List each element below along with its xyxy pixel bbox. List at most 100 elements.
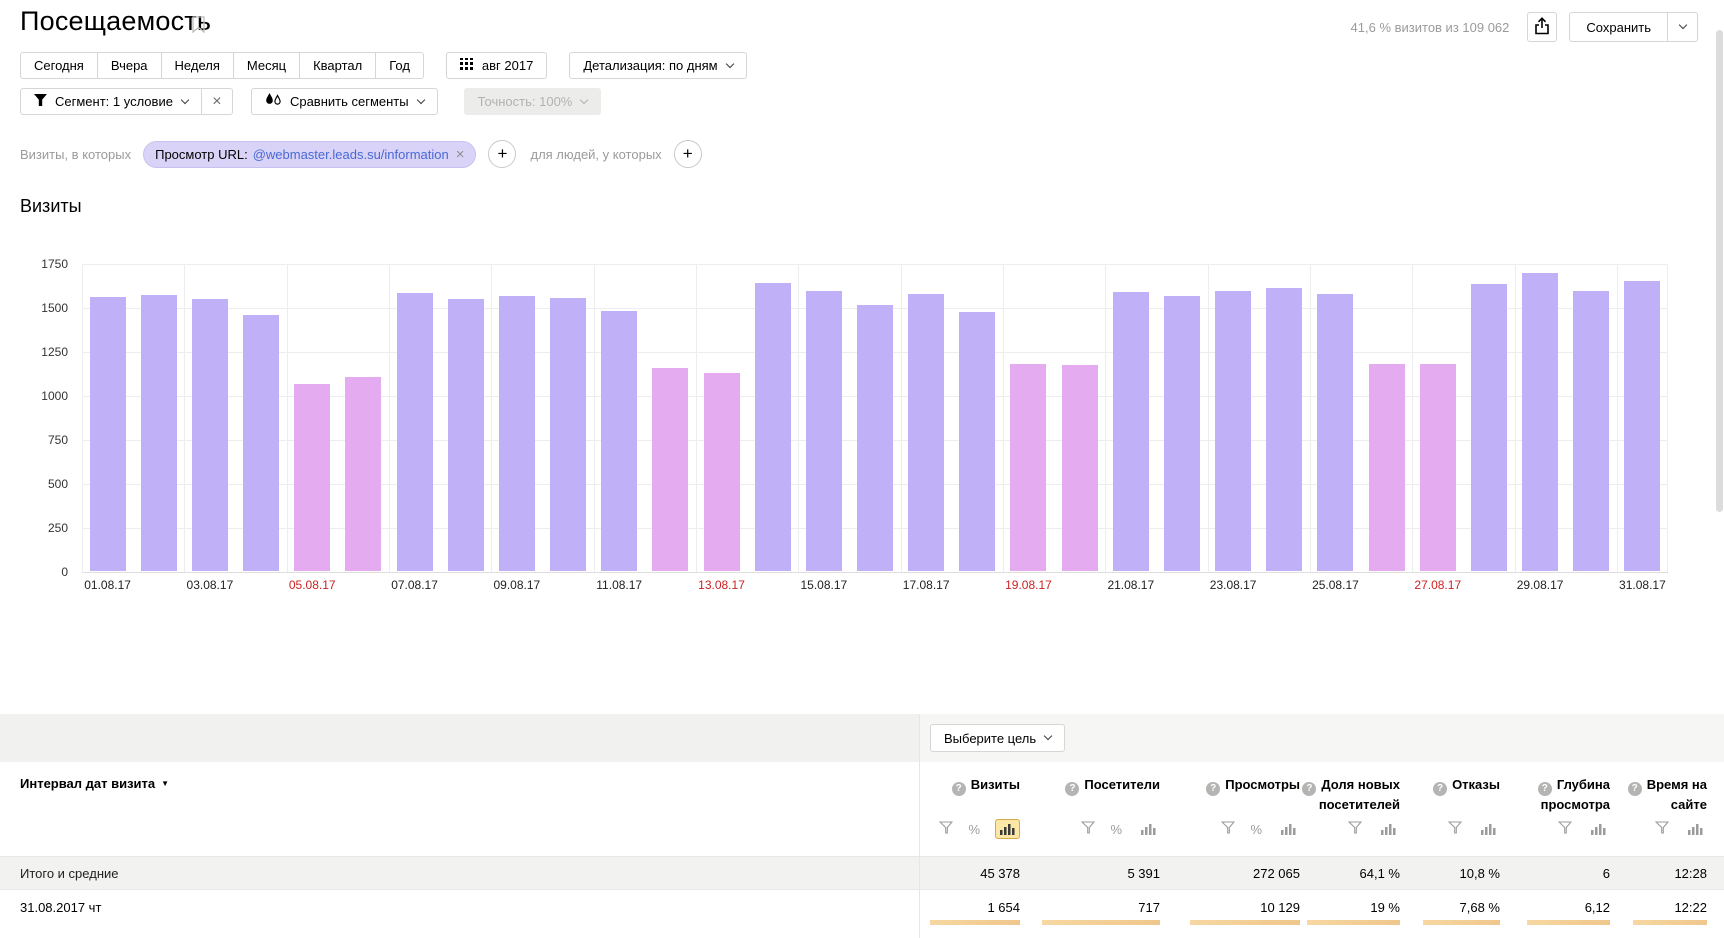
chart-bar-30.08.17[interactable]: [1573, 291, 1610, 571]
chart-bar-05.08.17[interactable]: [294, 384, 331, 571]
chart-bar-01.08.17[interactable]: [89, 297, 126, 571]
compare-segments-button[interactable]: Сравнить сегменты: [250, 88, 438, 115]
gridline-x-24: [1309, 264, 1311, 572]
bars-mode-icon[interactable]: [1137, 820, 1160, 838]
detalization-button[interactable]: Детализация: по дням: [569, 52, 747, 79]
url-filter-chip[interactable]: Просмотр URL: @webmaster.leads.su/inform…: [143, 140, 477, 168]
chart-bar-16.08.17[interactable]: [857, 305, 893, 571]
chart-bar-02.08.17[interactable]: [140, 294, 177, 571]
select-goal-button[interactable]: Выберите цель: [930, 724, 1066, 752]
chart-bar-03.08.17[interactable]: [191, 299, 228, 571]
help-icon[interactable]: ?: [1065, 782, 1080, 796]
help-icon[interactable]: ?: [1206, 782, 1221, 796]
gridline-x-6: [388, 264, 390, 572]
help-icon[interactable]: ?: [951, 782, 966, 796]
chip-url-value[interactable]: @webmaster.leads.su/information: [253, 147, 449, 162]
drops-icon: [265, 93, 290, 110]
percent-mode-icon[interactable]: %: [968, 822, 980, 837]
period-button-год[interactable]: Год: [375, 52, 424, 79]
add-people-condition-button[interactable]: +: [673, 140, 702, 168]
chart-bar-10.08.17[interactable]: [550, 298, 587, 571]
help-icon[interactable]: ?: [1627, 782, 1642, 796]
chart-bar-18.08.17[interactable]: [959, 312, 996, 571]
segment-button[interactable]: Сегмент: 1 условие: [20, 88, 202, 115]
chart-bar-15.08.17[interactable]: [805, 291, 842, 571]
chart-bar-06.08.17[interactable]: [345, 377, 382, 571]
column-header-6[interactable]: ? Глубина просмотра: [1500, 762, 1610, 813]
bookmark-icon[interactable]: [192, 16, 205, 36]
chart-bar-08.08.17[interactable]: [447, 299, 484, 571]
bars-mode-icon[interactable]: [1277, 820, 1300, 838]
filter-funnel-icon[interactable]: [939, 821, 954, 837]
chart-bar-09.08.17[interactable]: [498, 296, 535, 571]
chart-bar-31.08.17[interactable]: [1624, 280, 1661, 571]
chart-bar-12.08.17[interactable]: [652, 367, 689, 571]
table-row[interactable]: 31.08.2017 чт 1 654 717 10 129 19 % 7,68 % 6,1…: [0, 890, 1724, 925]
chart-bar-29.08.17[interactable]: [1522, 272, 1559, 571]
filter-funnel-icon[interactable]: [1557, 821, 1573, 837]
column-header-3[interactable]: ? Просмотры: [1160, 762, 1300, 813]
period-button-квартал[interactable]: Квартал: [299, 52, 377, 79]
bars-mode-icon[interactable]: [1684, 820, 1707, 838]
column-icons-5: [1400, 813, 1500, 843]
chart-bar-25.08.17[interactable]: [1317, 293, 1354, 571]
column-header-date-interval[interactable]: Интервал дат визита ▼: [0, 762, 919, 813]
period-button-вчера[interactable]: Вчера: [96, 52, 162, 79]
column-header-5[interactable]: ? Отказы: [1400, 762, 1500, 813]
chart-bar-21.08.17[interactable]: [1112, 292, 1149, 571]
chart-bar-14.08.17[interactable]: [754, 283, 791, 571]
period-button-сегодня[interactable]: Сегодня: [20, 52, 98, 79]
help-icon[interactable]: ?: [1302, 782, 1317, 796]
gridline-x-16: [900, 264, 902, 572]
filter-funnel-icon[interactable]: [1654, 821, 1670, 837]
chart-bar-04.08.17[interactable]: [243, 314, 280, 571]
chart-bar-13.08.17[interactable]: [703, 373, 740, 571]
chart-bar-07.08.17[interactable]: [396, 292, 433, 571]
column-header-label: Просмотры: [1225, 777, 1300, 792]
bars-mode-icon[interactable]: [1587, 820, 1610, 838]
chart-bar-11.08.17[interactable]: [601, 311, 638, 571]
save-menu-button[interactable]: [1668, 12, 1698, 42]
export-button[interactable]: [1527, 12, 1558, 42]
percent-mode-icon[interactable]: %: [1110, 822, 1122, 837]
help-icon[interactable]: ?: [1537, 782, 1552, 796]
chart-bar-20.08.17[interactable]: [1061, 365, 1098, 571]
chart-bar-19.08.17[interactable]: [1010, 364, 1047, 571]
totals-value-3: 272 065: [1253, 866, 1300, 881]
filter-funnel-icon[interactable]: [1221, 821, 1236, 837]
filter-funnel-icon[interactable]: [1447, 821, 1463, 837]
bars-mode-icon[interactable]: [1377, 820, 1400, 838]
column-header-2[interactable]: ? Посетители: [1020, 762, 1160, 813]
vertical-scrollbar[interactable]: [1716, 30, 1723, 512]
select-goal-label: Выберите цель: [944, 730, 1037, 746]
help-icon[interactable]: ?: [1433, 782, 1448, 796]
accuracy-button: Точность: 100%: [463, 88, 602, 115]
chart-bar-22.08.17[interactable]: [1163, 295, 1200, 571]
chart-bar-24.08.17[interactable]: [1266, 287, 1303, 571]
chip-remove-icon[interactable]: ×: [456, 146, 465, 163]
bars-mode-icon-active[interactable]: [995, 819, 1020, 839]
period-button-месяц[interactable]: Месяц: [232, 52, 301, 79]
chart-bar-23.08.17[interactable]: [1215, 291, 1252, 571]
cell-value-bar: [1633, 920, 1707, 925]
segment-clear-button[interactable]: ×: [200, 88, 233, 115]
save-button[interactable]: Сохранить: [1569, 12, 1668, 42]
column-header-4[interactable]: ? Доля новых посетителей: [1300, 762, 1400, 813]
chart-bar-26.08.17[interactable]: [1368, 364, 1405, 571]
chevron-down-icon: [1043, 731, 1053, 741]
chart-bar-27.08.17[interactable]: [1419, 364, 1456, 571]
percent-mode-icon[interactable]: %: [1250, 822, 1262, 837]
x-tick-label-31.08.17: 31.08.17: [1619, 578, 1666, 592]
filter-funnel-icon[interactable]: [1347, 821, 1363, 837]
column-header-1[interactable]: ? Визиты: [919, 762, 1020, 813]
chart-section-title: Визиты: [20, 196, 82, 216]
chart-bar-17.08.17[interactable]: [908, 293, 945, 571]
add-visit-condition-button[interactable]: +: [488, 140, 517, 168]
date-range-button[interactable]: авг 2017: [445, 52, 548, 79]
filter-funnel-icon[interactable]: [1081, 821, 1096, 837]
bars-mode-icon[interactable]: [1477, 820, 1500, 838]
chevron-down-icon: [416, 95, 425, 104]
chart-bar-28.08.17[interactable]: [1470, 284, 1507, 571]
column-header-7[interactable]: ? Время на сайте: [1610, 762, 1707, 813]
period-button-неделя[interactable]: Неделя: [160, 52, 234, 79]
